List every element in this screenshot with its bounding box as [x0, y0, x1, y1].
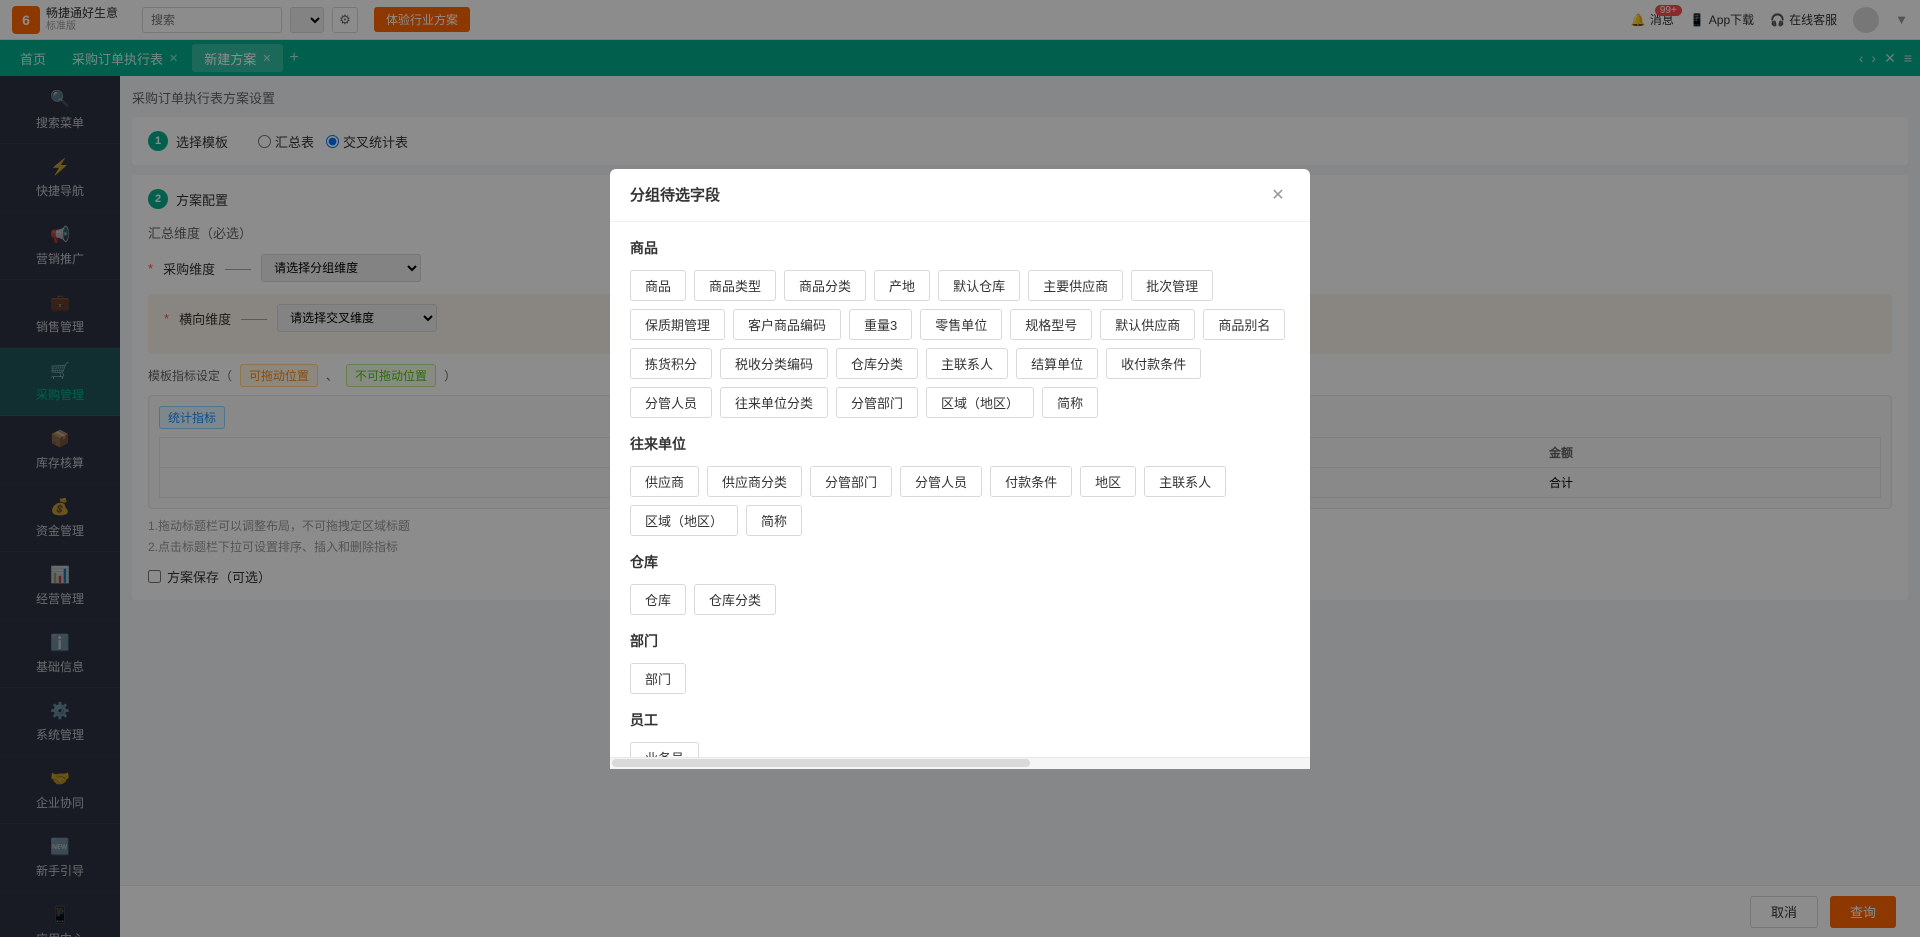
field-tag[interactable]: 业务员 — [630, 742, 699, 757]
field-tag[interactable]: 主联系人 — [1144, 466, 1226, 497]
field-tag[interactable]: 主联系人 — [926, 348, 1008, 379]
fields-grid-warehouse: 仓库 仓库分类 — [630, 584, 1290, 615]
field-tag[interactable]: 商品 — [630, 270, 686, 301]
field-tag[interactable]: 规格型号 — [1010, 309, 1092, 340]
field-tag[interactable]: 收付款条件 — [1106, 348, 1201, 379]
field-tag[interactable]: 商品别名 — [1203, 309, 1285, 340]
field-tag[interactable]: 区域（地区） — [926, 387, 1034, 418]
field-tag[interactable]: 仓库分类 — [836, 348, 918, 379]
field-tag[interactable]: 客户商品编码 — [733, 309, 841, 340]
field-select-modal: 分组待选字段 ✕ 商品 商品 商品类型 商品分类 产地 默认仓库 主要供应商 批… — [610, 169, 1310, 769]
modal-h-scrollbar[interactable] — [610, 757, 1310, 769]
field-tag[interactable]: 主要供应商 — [1028, 270, 1123, 301]
field-tag[interactable]: 地区 — [1080, 466, 1136, 497]
field-tag[interactable]: 产地 — [874, 270, 930, 301]
modal-header: 分组待选字段 ✕ — [610, 169, 1310, 222]
field-tag[interactable]: 默认仓库 — [938, 270, 1020, 301]
field-tag[interactable]: 拣货积分 — [630, 348, 712, 379]
section-title-partner: 往来单位 — [630, 434, 1290, 454]
field-tag[interactable]: 税收分类编码 — [720, 348, 828, 379]
field-tag[interactable]: 分管部门 — [810, 466, 892, 497]
fields-grid-goods: 商品 商品类型 商品分类 产地 默认仓库 主要供应商 批次管理 保质期管理 客户… — [630, 270, 1290, 418]
field-tag[interactable]: 分管部门 — [836, 387, 918, 418]
field-tag[interactable]: 重量3 — [849, 309, 912, 340]
section-title-staff: 员工 — [630, 710, 1290, 730]
modal-overlay: 分组待选字段 ✕ 商品 商品 商品类型 商品分类 产地 默认仓库 主要供应商 批… — [0, 0, 1920, 937]
field-tag[interactable]: 默认供应商 — [1100, 309, 1195, 340]
field-tag[interactable]: 结算单位 — [1016, 348, 1098, 379]
field-tag[interactable]: 供应商分类 — [707, 466, 802, 497]
field-tag[interactable]: 简称 — [746, 505, 802, 536]
section-title-dept: 部门 — [630, 631, 1290, 651]
modal-body: 商品 商品 商品类型 商品分类 产地 默认仓库 主要供应商 批次管理 保质期管理… — [610, 222, 1310, 757]
field-tag[interactable]: 供应商 — [630, 466, 699, 497]
field-tag[interactable]: 批次管理 — [1131, 270, 1213, 301]
field-tag[interactable]: 分管人员 — [900, 466, 982, 497]
fields-grid-dept: 部门 — [630, 663, 1290, 694]
field-tag[interactable]: 付款条件 — [990, 466, 1072, 497]
fields-grid-staff: 业务员 — [630, 742, 1290, 757]
field-tag[interactable]: 零售单位 — [920, 309, 1002, 340]
section-title-goods: 商品 — [630, 238, 1290, 258]
field-tag[interactable]: 商品分类 — [784, 270, 866, 301]
field-tag[interactable]: 保质期管理 — [630, 309, 725, 340]
field-tag[interactable]: 商品类型 — [694, 270, 776, 301]
modal-close-button[interactable]: ✕ — [1266, 183, 1290, 207]
field-tag[interactable]: 仓库 — [630, 584, 686, 615]
field-tag[interactable]: 仓库分类 — [694, 584, 776, 615]
h-scroll-thumb — [612, 759, 1030, 767]
field-tag[interactable]: 简称 — [1042, 387, 1098, 418]
field-tag[interactable]: 往来单位分类 — [720, 387, 828, 418]
section-title-warehouse: 仓库 — [630, 552, 1290, 572]
modal-title: 分组待选字段 — [630, 184, 720, 205]
fields-grid-partner: 供应商 供应商分类 分管部门 分管人员 付款条件 地区 主联系人 区域（地区） … — [630, 466, 1290, 536]
field-tag[interactable]: 分管人员 — [630, 387, 712, 418]
field-tag[interactable]: 区域（地区） — [630, 505, 738, 536]
field-tag[interactable]: 部门 — [630, 663, 686, 694]
